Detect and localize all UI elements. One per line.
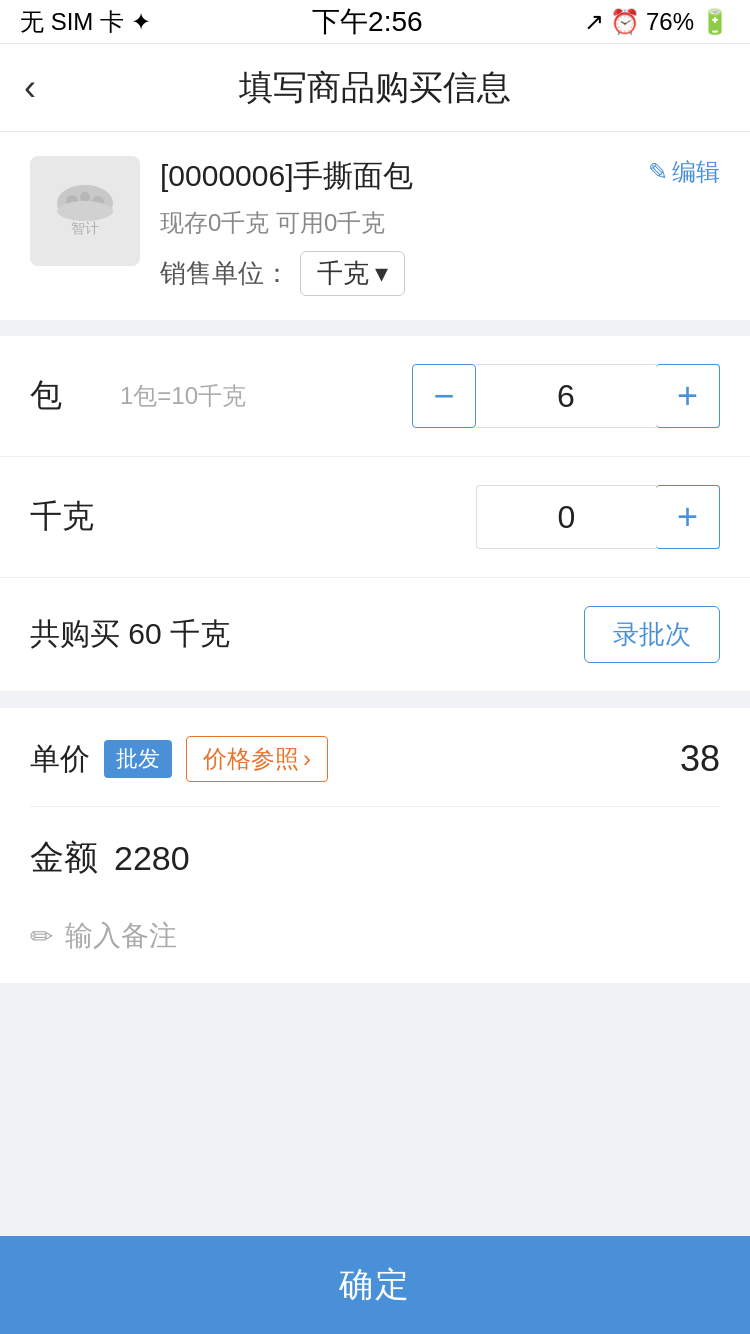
qty-input-kg[interactable] [476,485,656,549]
confirm-button[interactable]: 确定 [0,1236,750,1334]
edit-label: 编辑 [672,156,720,188]
price-ref-label: 价格参照 [203,743,299,775]
svg-point-2 [80,192,90,202]
chevron-down-icon: ▾ [375,258,388,289]
amount-value: 2280 [114,839,190,878]
chevron-right-icon: › [303,745,311,773]
product-image: 智计 [30,156,140,266]
quantity-section: 包 1包=10千克 − + 千克 + [0,336,750,578]
unit-label: 销售单位： [160,256,290,291]
back-button[interactable]: ‹ [24,67,36,109]
price-row: 单价 批发 价格参照 › 38 [30,736,720,807]
nav-bar: ‹ 填写商品购买信息 [0,44,750,132]
price-section: 单价 批发 价格参照 › 38 [0,708,750,807]
edit-icon: ✎ [648,158,668,186]
qty-input-bao[interactable] [476,364,656,428]
remark-row[interactable]: ✏ 输入备注 [30,901,720,983]
svg-point-4 [57,201,113,221]
qty-control-bao: − + [412,364,720,428]
page-title: 填写商品购买信息 [239,65,511,111]
qty-label-kg: 千克 [30,495,110,539]
unit-value: 千克 [317,256,369,291]
price-ref-button[interactable]: 价格参照 › [186,736,328,782]
product-stock: 现存0千克 可用0千克 [160,207,720,239]
edit-button[interactable]: ✎ 编辑 [648,156,720,188]
alarm-icon: ⏰ [610,8,640,36]
product-card: 智计 [0000006]手撕面包 ✎ 编辑 现存0千克 可用0千克 销售单位： … [0,132,750,320]
price-label: 单价 [30,739,90,780]
qty-plus-bao[interactable]: + [656,364,720,428]
quantity-row-bao: 包 1包=10千克 − + [0,336,750,457]
product-unit-row: 销售单位： 千克 ▾ [160,251,720,296]
qty-label-bao: 包 [30,374,110,418]
amount-section: 金额 2280 ✏ 输入备注 [0,807,750,983]
no-sim-label: 无 SIM 卡 ✦ [20,6,151,38]
price-value: 38 [680,738,720,780]
status-time: 下午2:56 [312,3,423,41]
price-tag-wholesale: 批发 [104,740,172,778]
status-left: 无 SIM 卡 ✦ [20,6,151,38]
qty-hint-bao: 1包=10千克 [120,380,412,412]
qty-control-kg: + [476,485,720,549]
product-info: [0000006]手撕面包 ✎ 编辑 现存0千克 可用0千克 销售单位： 千克 … [160,156,720,296]
total-row: 共购买 60 千克 录批次 [0,578,750,692]
pencil-icon: ✏ [30,920,53,953]
product-thumbnail-icon: 智计 [50,181,120,241]
unit-select[interactable]: 千克 ▾ [300,251,405,296]
amount-label: 金额 [30,835,98,881]
battery-icon: 🔋 [700,8,730,36]
qty-minus-bao[interactable]: − [412,364,476,428]
product-header: [0000006]手撕面包 ✎ 编辑 [160,156,720,197]
amount-row: 金额 2280 [30,835,720,901]
qty-plus-kg[interactable]: + [656,485,720,549]
status-right: ↗ ⏰ 76% 🔋 [584,8,730,36]
battery-label: 76% [646,8,694,36]
quantity-row-kg: 千克 + [0,457,750,578]
status-bar: 无 SIM 卡 ✦ 下午2:56 ↗ ⏰ 76% 🔋 [0,0,750,44]
product-name: [0000006]手撕面包 [160,156,648,197]
remark-placeholder: 输入备注 [65,917,177,955]
batch-button[interactable]: 录批次 [584,606,720,663]
svg-text:智计: 智计 [71,220,99,236]
total-text: 共购买 60 千克 [30,614,230,655]
location-icon: ↗ [584,8,604,36]
